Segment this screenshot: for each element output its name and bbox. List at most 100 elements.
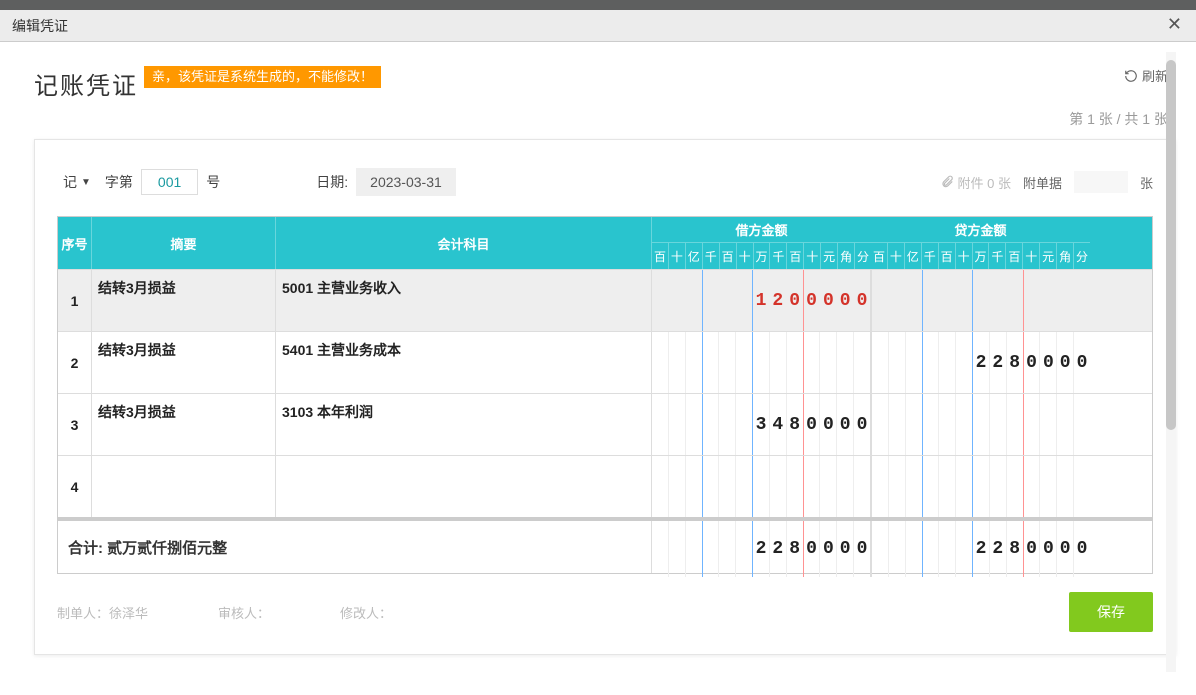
row-credit-amount[interactable] [871, 394, 1090, 455]
modal-header: 编辑凭证 ✕ [0, 10, 1196, 42]
sheet-count-input[interactable] [1074, 171, 1128, 193]
row-account[interactable] [276, 456, 652, 517]
amount-digit [820, 332, 837, 393]
save-button[interactable]: 保存 [1069, 592, 1153, 632]
amount-digit [923, 332, 940, 393]
unit-header: 万 [754, 243, 771, 269]
amount-digit [703, 394, 720, 455]
table-row[interactable]: 2结转3月损益5401 主营业务成本2280000 [58, 331, 1152, 393]
amount-digit [939, 456, 956, 517]
amount-digit: 2 [973, 332, 990, 393]
amount-digit [804, 332, 821, 393]
auditor-field: 审核人： [218, 603, 270, 622]
amount-digit [956, 270, 973, 331]
amount-digit [906, 394, 923, 455]
col-summary: 摘要 [92, 217, 276, 269]
attachment-link[interactable]: 附件 0 张 [940, 173, 1011, 192]
voucher-card: 记 ▼ 字第 001 号 日期: 2023-03-31 附件 0 张 附单据 张… [34, 139, 1176, 655]
amount-digit [652, 456, 669, 517]
row-debit-amount[interactable] [652, 332, 871, 393]
amount-digit: 8 [787, 521, 804, 577]
row-account[interactable]: 3103 本年利润 [276, 394, 652, 455]
col-account: 会计科目 [276, 217, 652, 269]
pager-readout: 第 1 张 / 共 1 张 [34, 109, 1176, 129]
unit-header: 元 [821, 243, 838, 269]
amount-digit [753, 456, 770, 517]
amount-digit [703, 332, 720, 393]
amount-digit [837, 332, 854, 393]
amount-digit: 0 [1040, 521, 1057, 577]
amount-digit: 0 [1024, 332, 1041, 393]
amount-digit [1007, 456, 1024, 517]
amount-digit [669, 394, 686, 455]
row-debit-amount[interactable]: 3480000 [652, 394, 871, 455]
amount-digit [939, 332, 956, 393]
amount-digit: 0 [1057, 521, 1074, 577]
amount-digit [990, 270, 1007, 331]
row-credit-amount[interactable] [871, 456, 1090, 517]
close-icon[interactable]: ✕ [1167, 14, 1182, 35]
page-title: 记账凭证 [34, 66, 138, 101]
amount-digit [956, 521, 973, 577]
amount-digit [872, 332, 889, 393]
amount-digit: 2 [753, 521, 770, 577]
vertical-scrollbar[interactable] [1166, 52, 1176, 672]
totals-label: 合计: 贰万贰仟捌佰元整 [58, 521, 652, 573]
row-summary[interactable]: 结转3月损益 [92, 270, 276, 331]
table-row[interactable]: 4 [58, 455, 1152, 517]
row-summary[interactable] [92, 456, 276, 517]
row-account[interactable]: 5401 主营业务成本 [276, 332, 652, 393]
amount-digit [686, 270, 703, 331]
amount-digit [719, 394, 736, 455]
row-debit-amount[interactable]: 1200000 [652, 270, 871, 331]
amount-digit [770, 456, 787, 517]
amount-digit [719, 521, 736, 577]
col-credit: 贷方金额 百十亿千百十万千百十元角分 [871, 217, 1090, 269]
amount-digit [686, 521, 703, 577]
amount-digit [703, 456, 720, 517]
table-body: 1结转3月损益5001 主营业务收入12000002结转3月损益5401 主营业… [58, 269, 1152, 517]
row-credit-amount[interactable]: 2280000 [871, 332, 1090, 393]
amount-digit [1007, 394, 1024, 455]
amount-digit: 0 [787, 270, 804, 331]
amount-digit [906, 332, 923, 393]
modifier-field: 修改人： [340, 603, 392, 622]
totals-label-words: 贰万贰仟捌佰元整 [107, 537, 227, 558]
credit-units: 百十亿千百十万千百十元角分 [871, 243, 1090, 269]
amount-digit: 0 [1057, 332, 1074, 393]
maker-field: 制单人：徐泽华 [57, 603, 148, 622]
amount-digit [956, 332, 973, 393]
col-debit: 借方金额 百十亿千百十万千百十元角分 [652, 217, 871, 269]
table-row[interactable]: 3结转3月损益3103 本年利润3480000 [58, 393, 1152, 455]
amount-digit [736, 332, 753, 393]
date-input[interactable]: 2023-03-31 [356, 168, 456, 196]
row-credit-amount[interactable] [871, 270, 1090, 331]
refresh-icon [1124, 69, 1138, 83]
amount-digit: 2 [973, 521, 990, 577]
amount-digit [939, 394, 956, 455]
row-summary[interactable]: 结转3月损益 [92, 332, 276, 393]
amount-digit: 0 [837, 521, 854, 577]
row-debit-amount[interactable] [652, 456, 871, 517]
row-account[interactable]: 5001 主营业务收入 [276, 270, 652, 331]
unit-header: 十 [888, 243, 905, 269]
amount-digit [906, 456, 923, 517]
amount-digit [990, 394, 1007, 455]
amount-digit [854, 332, 870, 393]
amount-digit [686, 394, 703, 455]
scroll-thumb[interactable] [1166, 60, 1176, 430]
amount-digit: 8 [1007, 521, 1024, 577]
row-index: 2 [58, 332, 92, 393]
amount-digit: 4 [770, 394, 787, 455]
row-summary[interactable]: 结转3月损益 [92, 394, 276, 455]
warning-banner: 亲，该凭证是系统生成的，不能修改！ [144, 66, 381, 88]
amount-digit [719, 270, 736, 331]
amount-digit [719, 456, 736, 517]
amount-digit [956, 456, 973, 517]
voucher-type-select[interactable]: 记 ▼ [57, 168, 97, 196]
amount-digit [973, 394, 990, 455]
table-row[interactable]: 1结转3月损益5001 主营业务收入1200000 [58, 269, 1152, 331]
voucher-number-input[interactable]: 001 [141, 169, 198, 195]
amount-digit [872, 394, 889, 455]
unit-header: 千 [922, 243, 939, 269]
